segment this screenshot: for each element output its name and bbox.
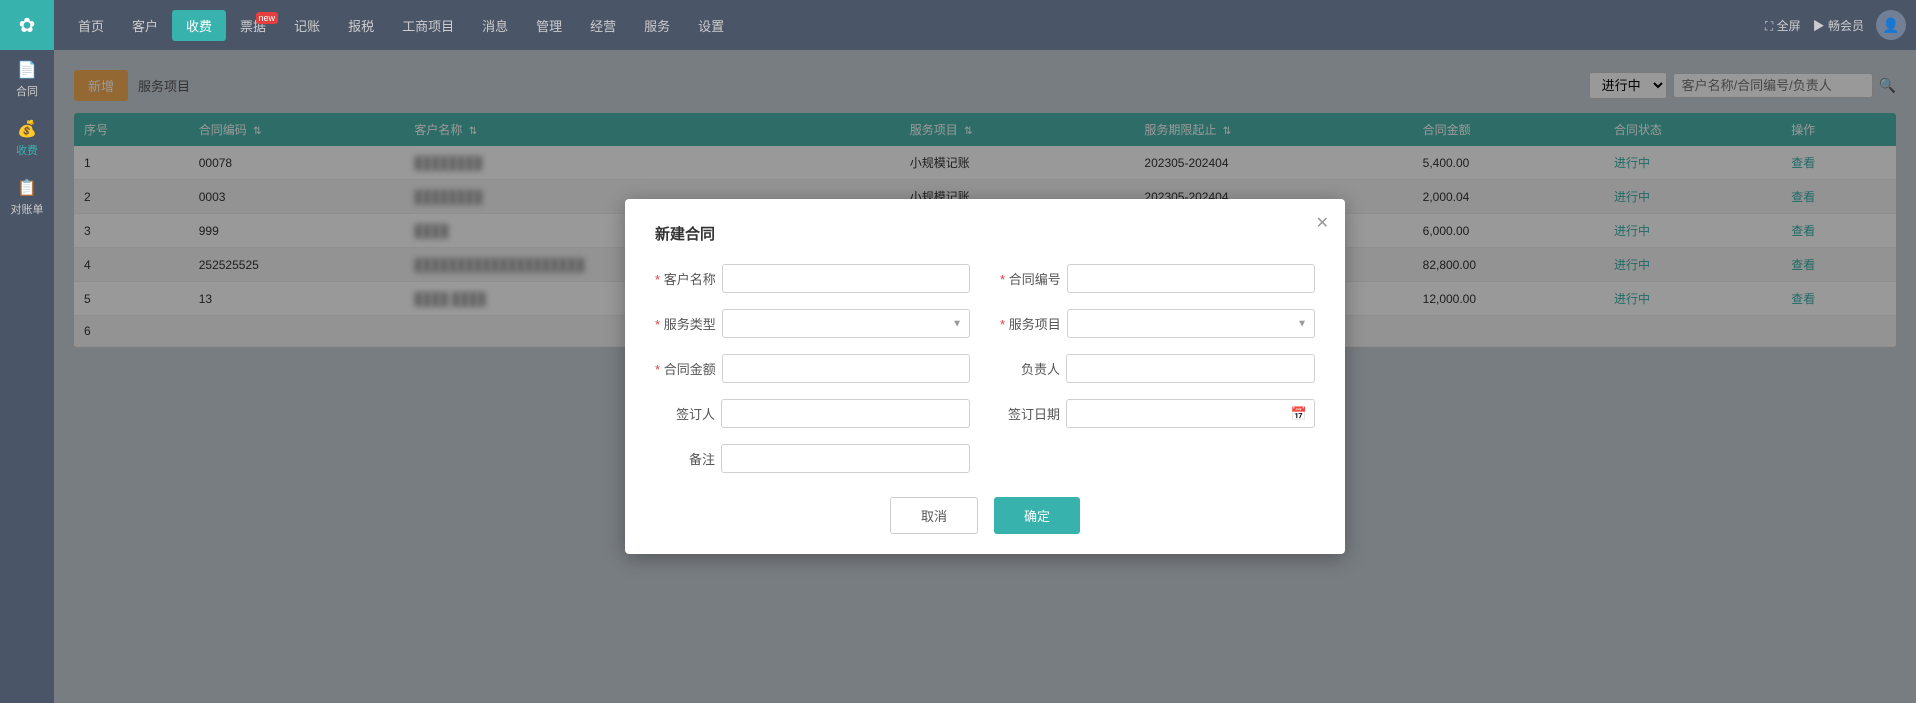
signer-input[interactable]	[721, 399, 970, 428]
confirm-button[interactable]: 确定	[994, 497, 1080, 534]
form-row-2: * 服务类型 ▼ * 服务项目	[655, 309, 1315, 338]
fullscreen-button[interactable]: ⛶ 全屏	[1765, 17, 1801, 34]
responsible-input[interactable]	[1066, 354, 1315, 383]
nav-fee[interactable]: 收费	[172, 10, 226, 41]
service-type-label: * 服务类型	[655, 314, 716, 333]
responsible-label: 负责人	[1000, 359, 1060, 378]
signer-label: 签订人	[655, 404, 715, 423]
form-row-4: 签订人 签订日期 2023-06-06 📅	[655, 399, 1315, 428]
client-label: * 客户名称	[655, 269, 716, 288]
cancel-button[interactable]: 取消	[890, 497, 978, 534]
nav-tax[interactable]: 报税	[334, 10, 388, 41]
modal-overlay: 新建合同 ✕ * 客户名称 * 合同编号	[54, 50, 1916, 703]
service-item-label: * 服务项目	[1000, 314, 1061, 333]
form-row-5: 备注	[655, 444, 1315, 473]
nav-invoice[interactable]: 票据 new	[226, 10, 280, 41]
sidebar-item-statement[interactable]: 📋 对账单	[0, 168, 54, 227]
topnav-right: ⛶ 全屏 ▶ 畅会员 👤	[1765, 10, 1906, 40]
modal-footer: 取消 确定	[655, 497, 1315, 534]
nav-service[interactable]: 服务	[630, 10, 684, 41]
service-item-select[interactable]	[1067, 309, 1315, 338]
nav-operation[interactable]: 经营	[576, 10, 630, 41]
content-area: 新增 服务项目 进行中 已完成 已终止 🔍 序号	[54, 50, 1916, 703]
contract-no-label: * 合同编号	[1000, 269, 1061, 288]
modal-title: 新建合同	[655, 223, 1315, 244]
sidebar-item-fee[interactable]: 💰 收费	[0, 109, 54, 168]
main-container: 首页 客户 收费 票据 new 记账 报税 工商项目 消息 管理 经营	[54, 0, 1916, 703]
new-badge: new	[256, 12, 279, 24]
amount-label: * 合同金额	[655, 359, 716, 378]
nav-settings[interactable]: 设置	[684, 10, 738, 41]
nav-manage[interactable]: 管理	[522, 10, 576, 41]
form-group-amount: * 合同金额 0.00	[655, 354, 970, 383]
form-group-signer: 签订人	[655, 399, 970, 428]
sidebar-item-label: 合同	[16, 83, 38, 99]
form-group-sign-date: 签订日期 2023-06-06 📅	[1000, 399, 1315, 428]
remark-input[interactable]	[721, 444, 970, 473]
contract-no-input[interactable]	[1067, 264, 1315, 293]
form-group-service-item: * 服务项目 ▼	[1000, 309, 1315, 338]
amount-input[interactable]: 0.00	[722, 354, 970, 383]
fee-icon: 💰	[17, 119, 37, 139]
modal-close-button[interactable]: ✕	[1316, 213, 1329, 233]
app-logo[interactable]: ✿	[0, 0, 54, 50]
member-button[interactable]: ▶ 畅会员	[1813, 17, 1864, 34]
sidebar-item-contract[interactable]: 📄 合同	[0, 50, 54, 109]
nav-home[interactable]: 首页	[64, 10, 118, 41]
nav-message[interactable]: 消息	[468, 10, 522, 41]
sidebar: ✿ 📄 合同 💰 收费 📋 对账单	[0, 0, 54, 703]
statement-icon: 📋	[17, 178, 37, 198]
form-row-1: * 客户名称 * 合同编号	[655, 264, 1315, 293]
new-contract-modal: 新建合同 ✕ * 客户名称 * 合同编号	[625, 199, 1345, 554]
form-group-remark: 备注	[655, 444, 970, 473]
contract-icon: 📄	[17, 60, 37, 80]
nav-accounting[interactable]: 记账	[280, 10, 334, 41]
sign-date-input[interactable]: 2023-06-06	[1066, 399, 1315, 428]
form-row-3: * 合同金额 0.00 负责人	[655, 354, 1315, 383]
remark-label: 备注	[655, 449, 715, 468]
client-name-input[interactable]	[722, 264, 970, 293]
user-avatar[interactable]: 👤	[1876, 10, 1906, 40]
form-group-service-type: * 服务类型 ▼	[655, 309, 970, 338]
form-group-responsible: 负责人	[1000, 354, 1315, 383]
nav-client[interactable]: 客户	[118, 10, 172, 41]
sidebar-item-label: 对账单	[11, 201, 44, 217]
top-navigation: 首页 客户 收费 票据 new 记账 报税 工商项目 消息 管理 经营	[54, 0, 1916, 50]
form-group-client: * 客户名称	[655, 264, 970, 293]
sign-date-label: 签订日期	[1000, 404, 1060, 423]
sidebar-item-label: 收费	[16, 142, 38, 158]
service-type-select[interactable]	[722, 309, 970, 338]
nav-business[interactable]: 工商项目	[388, 10, 468, 41]
form-group-contract-no: * 合同编号	[1000, 264, 1315, 293]
